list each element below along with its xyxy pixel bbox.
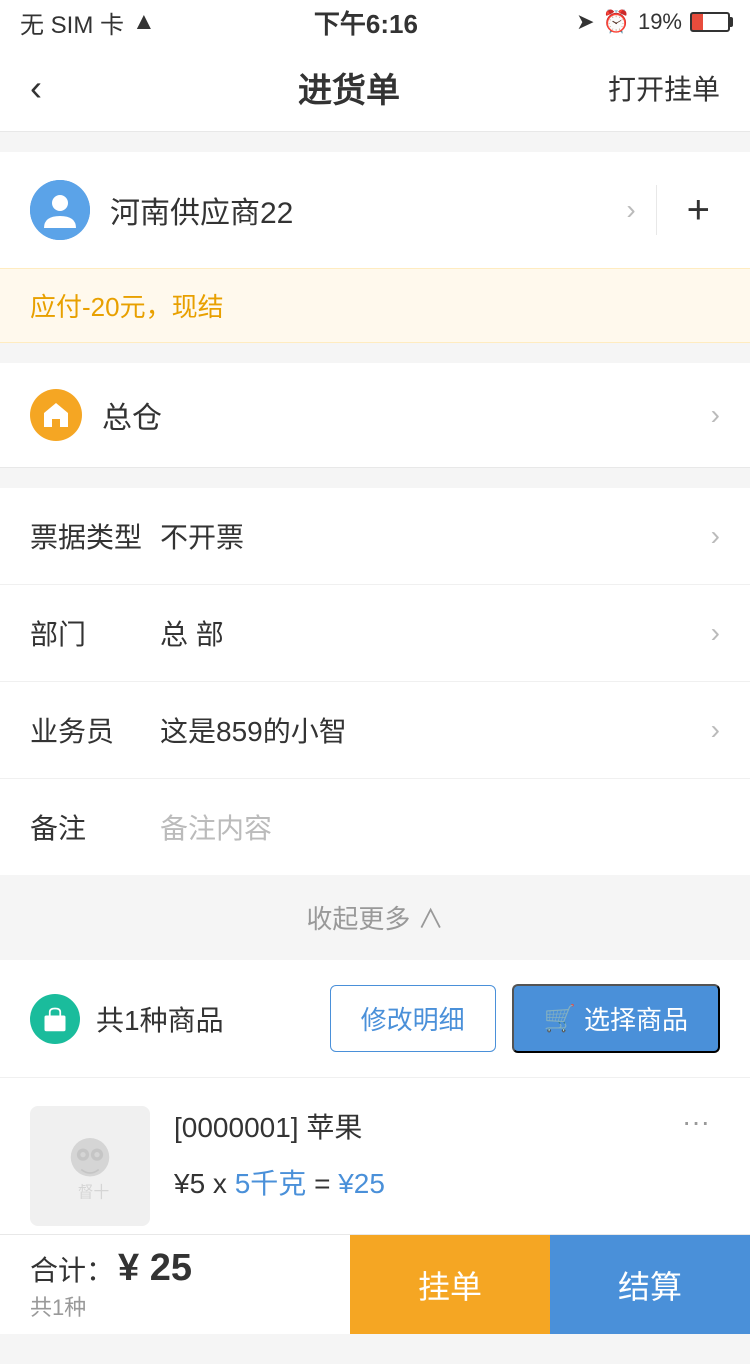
checkout-button[interactable]: 结算 — [550, 1235, 750, 1334]
open-pending-button[interactable]: 打开挂单 — [608, 68, 720, 108]
battery-percent: 19% — [638, 9, 682, 35]
form-section: 票据类型 不开票 › 部门 总 部 › 业务员 这是859的小智 › 备注 备注… — [0, 488, 750, 875]
supplier-avatar-icon — [30, 180, 90, 240]
select-product-button[interactable]: 🛒 选择商品 — [512, 984, 720, 1053]
product-total: ¥25 — [338, 1168, 385, 1199]
product-thumbnail: 督十 — [30, 1106, 150, 1226]
supplier-row[interactable]: 河南供应商22 › + — [0, 152, 750, 268]
products-icon — [30, 994, 80, 1044]
products-header: 共1种商品 修改明细 🛒 选择商品 — [0, 960, 750, 1077]
product-calc: ¥5 x 5千克 = ¥25 — [174, 1162, 672, 1202]
battery-icon — [690, 12, 730, 32]
department-chevron-icon: › — [711, 617, 720, 649]
product-name: [0000001] 苹果 — [174, 1106, 672, 1146]
select-product-label: 选择商品 — [584, 1000, 688, 1037]
supplier-name: 河南供应商22 — [110, 188, 626, 232]
wifi-icon: ▲ — [132, 8, 156, 36]
ticket-type-label: 票据类型 — [30, 516, 150, 556]
total-count: 共1种 — [30, 1290, 350, 1322]
page-title: 进货单 — [298, 63, 400, 112]
alarm-icon: ⏰ — [603, 9, 630, 35]
section-gap-1 — [0, 132, 750, 152]
department-row[interactable]: 部门 总 部 › — [0, 585, 750, 682]
nav-bar: ‹ 进货单 打开挂单 — [0, 44, 750, 132]
remark-row[interactable]: 备注 备注内容 — [0, 779, 750, 875]
add-supplier-button[interactable]: + — [677, 188, 720, 233]
remark-input[interactable]: 备注内容 — [150, 807, 720, 847]
total-amount: ¥ 25 — [118, 1247, 192, 1290]
total-label: 合计： — [30, 1249, 114, 1289]
department-value: 总 部 — [150, 613, 711, 653]
time-display: 下午6:16 — [314, 4, 418, 41]
location-icon: ➤ — [576, 9, 594, 35]
supplier-divider — [656, 185, 657, 235]
collapse-bar[interactable]: 收起更多 ∧ — [0, 875, 750, 960]
warehouse-row[interactable]: 总仓 › — [0, 343, 750, 468]
select-product-icon: 🛒 — [544, 1003, 576, 1034]
product-quantity: 5千克 — [235, 1168, 307, 1199]
notice-bar: 应付-20元，现结 — [0, 268, 750, 343]
ticket-type-value: 不开票 — [150, 516, 711, 556]
hang-button[interactable]: 挂单 — [350, 1235, 550, 1334]
status-bar: 无 SIM 卡 ▲ 下午6:16 ➤ ⏰ 19% — [0, 0, 750, 44]
footer: 合计： ¥ 25 共1种 挂单 结算 — [0, 1234, 750, 1334]
ticket-type-chevron-icon: › — [711, 520, 720, 552]
product-more-button[interactable]: ··· — [672, 1106, 720, 1138]
products-count: 共1种商品 — [96, 999, 330, 1039]
supplier-section: 河南供应商22 › + 应付-20元，现结 — [0, 152, 750, 343]
product-title: 苹果 — [306, 1112, 362, 1143]
product-item: 督十 [0000001] 苹果 ¥5 x 5千克 = ¥25 ··· — [0, 1077, 750, 1254]
warehouse-icon — [30, 389, 82, 441]
product-code: [0000001] — [174, 1112, 306, 1143]
remark-label: 备注 — [30, 807, 150, 847]
footer-total: 合计： ¥ 25 共1种 — [0, 1235, 350, 1334]
edit-details-button[interactable]: 修改明细 — [330, 985, 496, 1052]
supplier-avatar — [30, 180, 90, 240]
supplier-chevron-icon: › — [626, 194, 635, 226]
salesperson-value: 这是859的小智 — [150, 710, 711, 750]
product-price: ¥5 x — [174, 1168, 235, 1199]
product-info: [0000001] 苹果 ¥5 x 5千克 = ¥25 — [174, 1106, 672, 1202]
salesperson-row[interactable]: 业务员 这是859的小智 › — [0, 682, 750, 779]
warehouse-chevron-icon: › — [711, 399, 720, 431]
department-label: 部门 — [30, 613, 150, 653]
warehouse-name: 总仓 — [102, 393, 711, 437]
salesperson-chevron-icon: › — [711, 714, 720, 746]
product-equals: = — [314, 1168, 338, 1199]
salesperson-label: 业务员 — [30, 710, 150, 750]
status-right: ➤ ⏰ 19% — [576, 9, 730, 35]
carrier-text: 无 SIM 卡 — [20, 5, 124, 40]
back-button[interactable]: ‹ — [30, 67, 90, 109]
ticket-type-row[interactable]: 票据类型 不开票 › — [0, 488, 750, 585]
status-left: 无 SIM 卡 ▲ — [20, 5, 156, 40]
svg-text:督十: 督十 — [78, 1184, 110, 1202]
